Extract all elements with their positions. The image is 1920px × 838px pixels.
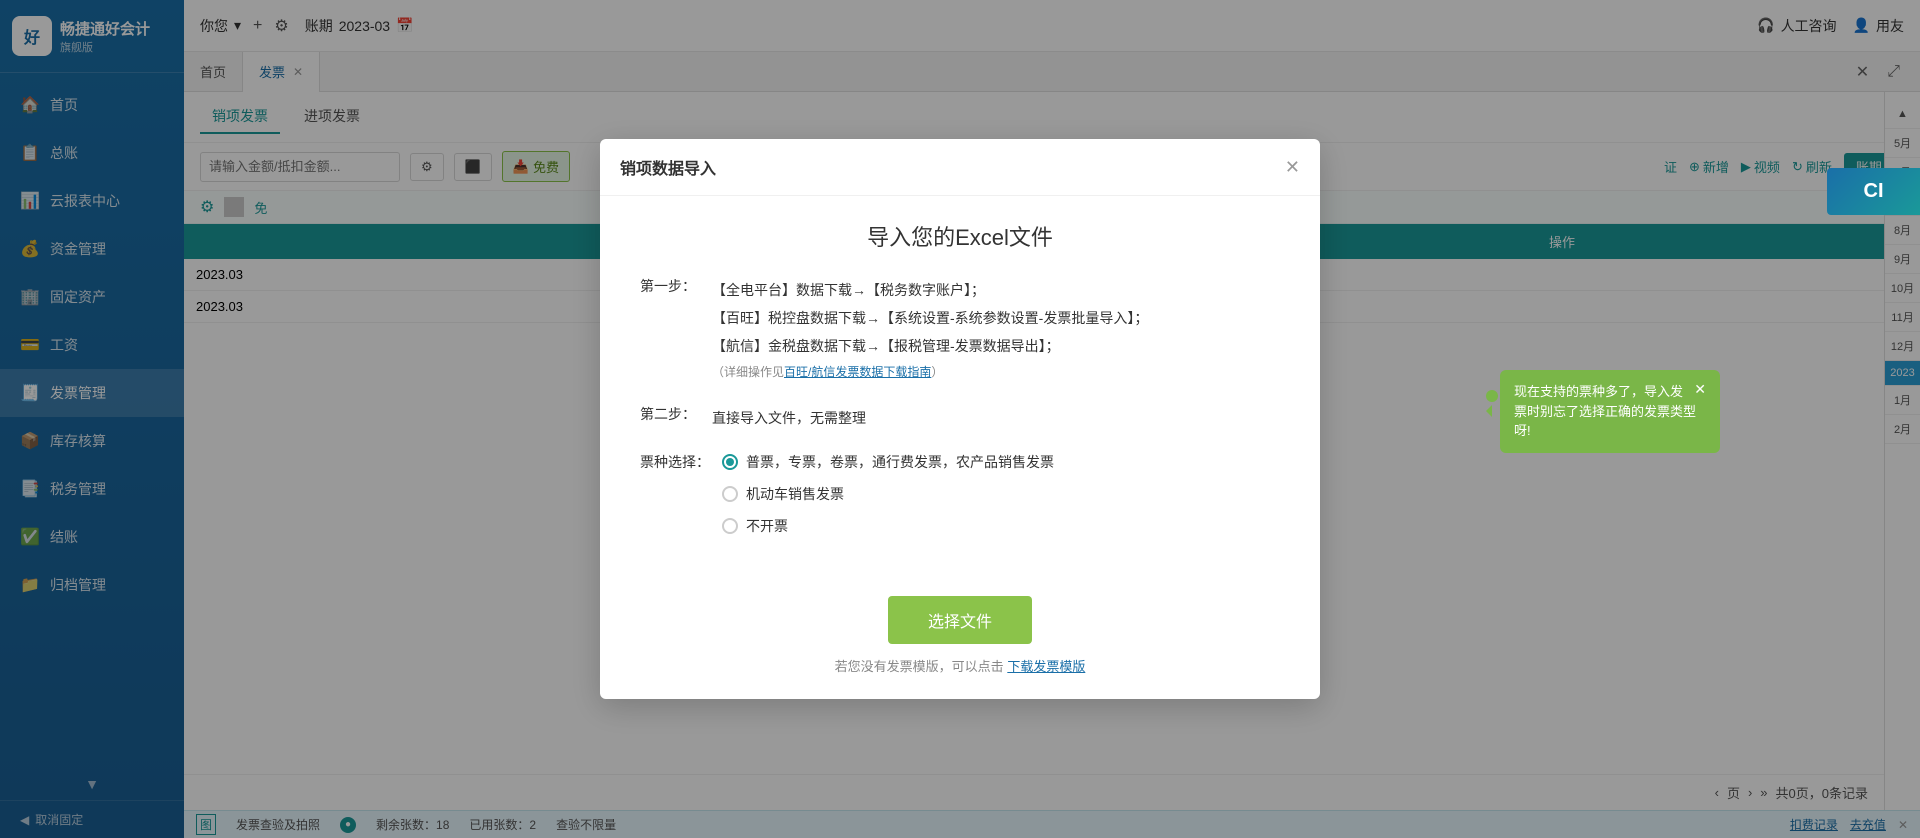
download-template-link[interactable]: 下载发票模版 <box>1007 659 1085 674</box>
tooltip-dot <box>1486 390 1498 402</box>
step1-line3: 【航信】金税盘数据下载→【报税管理-发票数据导出】； <box>712 332 1280 360</box>
radio-no-ticket-btn[interactable] <box>722 518 738 534</box>
step2: 第二步： 直接导入文件，无需整理 <box>640 404 1280 432</box>
import-dialog: 销项数据导入 ✕ 导入您的Excel文件 第一步： 【全电平台】数据下载→【税务… <box>600 139 1320 699</box>
radio-normal[interactable]: 普票，专票，卷票，通行费发票，农产品销售发票 <box>722 452 1054 472</box>
radio-motor[interactable]: 机动车销售发票 <box>722 484 1054 504</box>
radio-motor-label: 机动车销售发票 <box>746 484 844 504</box>
step1: 第一步： 【全电平台】数据下载→【税务数字账户】； 【百旺】税控盘数据下载→【系… <box>640 276 1280 384</box>
radio-normal-label: 普票，专票，卷票，通行费发票，农产品销售发票 <box>746 452 1054 472</box>
dialog-main-title: 导入您的Excel文件 <box>640 220 1280 252</box>
dialog-close-button[interactable]: ✕ <box>1285 157 1300 178</box>
ci-badge: CI <box>1827 168 1920 215</box>
radio-group: 普票，专票，卷票，通行费发票，农产品销售发票 机动车销售发票 不开票 <box>722 452 1054 536</box>
radio-no-ticket-label: 不开票 <box>746 516 788 536</box>
guide-link[interactable]: 百旺/航信发票数据下载指南 <box>784 365 931 379</box>
radio-no-ticket[interactable]: 不开票 <box>722 516 1054 536</box>
tooltip-close-button[interactable]: ✕ <box>1694 382 1706 396</box>
radio-normal-btn[interactable] <box>722 454 738 470</box>
download-hint: 若您没有发票模版，可以点击 下载发票模版 <box>620 656 1300 675</box>
step1-content: 【全电平台】数据下载→【税务数字账户】； 【百旺】税控盘数据下载→【系统设置-系… <box>712 276 1280 384</box>
ticket-label: 票种选择： <box>640 452 710 472</box>
dialog-header: 销项数据导入 ✕ <box>600 139 1320 196</box>
step1-link: （详细操作见百旺/航信发票数据下载指南） <box>712 360 1280 384</box>
tooltip-text: 现在支持的票种多了，导入发票时别忘了选择正确的发票类型呀! <box>1514 384 1696 438</box>
step2-label: 第二步： <box>640 404 700 424</box>
dialog-footer: 选择文件 若您没有发票模版，可以点击 下载发票模版 <box>600 580 1320 699</box>
ticket-select: 票种选择： 普票，专票，卷票，通行费发票，农产品销售发票 机动车销售发票 不开票 <box>640 452 1280 536</box>
step1-line1: 【全电平台】数据下载→【税务数字账户】； <box>712 276 1280 304</box>
step1-label: 第一步： <box>640 276 700 296</box>
dialog-title: 销项数据导入 <box>620 155 716 179</box>
tooltip-bubble: ✕ 现在支持的票种多了，导入发票时别忘了选择正确的发票类型呀! <box>1500 370 1720 453</box>
dialog-body: 导入您的Excel文件 第一步： 【全电平台】数据下载→【税务数字账户】； 【百… <box>600 196 1320 580</box>
radio-motor-btn[interactable] <box>722 486 738 502</box>
step2-content: 直接导入文件，无需整理 <box>712 404 1280 432</box>
step1-line2: 【百旺】税控盘数据下载→【系统设置-系统参数设置-发票批量导入】； <box>712 304 1280 332</box>
select-file-button[interactable]: 选择文件 <box>888 596 1032 644</box>
